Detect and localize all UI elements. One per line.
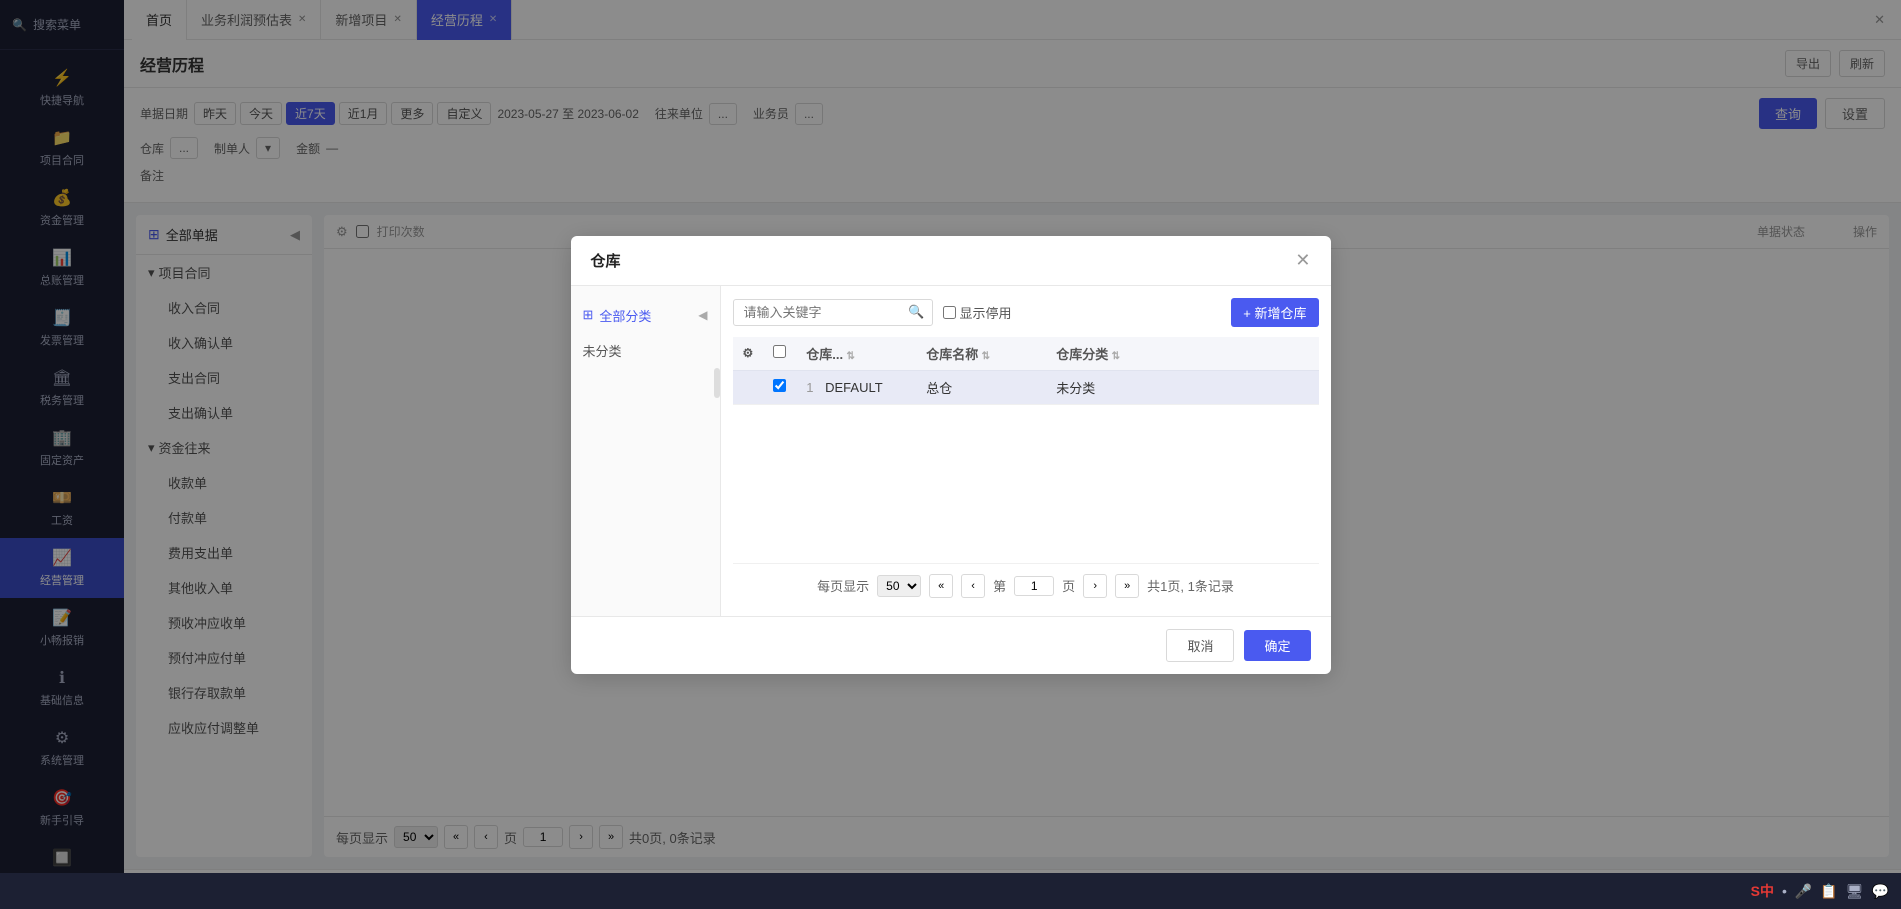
modal-actions: 取消 确定 (571, 616, 1331, 674)
modal-total-label: 共1页, 1条记录 (1147, 576, 1234, 595)
modal-per-page-select[interactable]: 50 (877, 575, 921, 597)
unclassified-label: 未分类 (583, 344, 622, 359)
modal-last-page[interactable]: » (1115, 574, 1139, 598)
row-checkbox[interactable] (763, 370, 796, 404)
taskbar-screen[interactable]: 🖥 (1846, 883, 1864, 900)
modal-next-page[interactable]: › (1083, 574, 1107, 598)
th-name: 仓库名称 ⇅ (916, 337, 1046, 371)
taskbar: S中 • 🎤 📋 🖥 💬 (0, 873, 1901, 909)
modal-close-button[interactable]: ✕ (1295, 250, 1310, 271)
row-name: 总仓 (916, 370, 1046, 404)
th-code: 仓库... ⇅ (796, 337, 916, 371)
show-disabled-label: 显示停用 (960, 303, 1012, 322)
row-settings[interactable] (733, 370, 764, 404)
th-code-label: 仓库... (806, 347, 843, 362)
modal-overlay: 仓库 ✕ ⊞ 全部分类 ◀ 未分类 (0, 0, 1901, 909)
modal-prev-page[interactable]: ‹ (961, 574, 985, 598)
search-icon[interactable]: 🔍 (908, 304, 924, 320)
modal-table-panel: 🔍 显示停用 + 新增仓库 ⚙ (721, 286, 1331, 616)
th-checkbox[interactable] (763, 337, 796, 371)
collapse-left-icon[interactable]: ◀ (698, 308, 707, 322)
modal-pagination: 每页显示 50 « ‹ 第 页 › » 共1页, 1条记录 (733, 563, 1319, 604)
modal-search-wrap: 🔍 (733, 299, 933, 326)
show-disabled-checkbox[interactable]: 显示停用 (943, 303, 1012, 322)
all-category-label: 全部分类 (599, 306, 651, 325)
taskbar-logo: S中 (1751, 881, 1774, 901)
taskbar-dot: • (1782, 883, 1787, 899)
th-category: 仓库分类 ⇅ (1046, 337, 1318, 371)
th-category-label: 仓库分类 (1056, 347, 1108, 362)
modal-title: 仓库 (591, 250, 621, 271)
row-select-checkbox[interactable] (773, 379, 786, 392)
table-head: ⚙ 仓库... ⇅ 仓库名称 ⇅ (733, 337, 1319, 371)
modal-body: ⊞ 全部分类 ◀ 未分类 (571, 286, 1331, 616)
sort-icon-name[interactable]: ⇅ (982, 351, 990, 362)
modal-all-category[interactable]: ⊞ 全部分类 ◀ (571, 298, 720, 333)
cancel-button[interactable]: 取消 (1166, 629, 1234, 662)
warehouse-modal: 仓库 ✕ ⊞ 全部分类 ◀ 未分类 (571, 236, 1331, 674)
table-body: 1 DEFAULT 总仓 未分类 (733, 370, 1319, 404)
modal-first-page[interactable]: « (929, 574, 953, 598)
confirm-button[interactable]: 确定 (1244, 630, 1310, 661)
taskbar-mic[interactable]: 🎤 (1795, 883, 1812, 900)
modal-category-unclassified[interactable]: 未分类 (571, 333, 720, 368)
warehouse-table: ⚙ 仓库... ⇅ 仓库名称 ⇅ (733, 337, 1319, 405)
sort-icon-code[interactable]: ⇅ (846, 351, 854, 362)
modal-per-page-label: 每页显示 (817, 576, 869, 595)
modal-category-panel: ⊞ 全部分类 ◀ 未分类 (571, 286, 721, 616)
th-settings[interactable]: ⚙ (733, 337, 764, 371)
table-row[interactable]: 1 DEFAULT 总仓 未分类 (733, 370, 1319, 404)
add-warehouse-button[interactable]: + 新增仓库 (1231, 298, 1318, 327)
row-num: 1 (806, 380, 813, 395)
show-disabled-input[interactable] (943, 306, 956, 319)
modal-table-wrap: ⚙ 仓库... ⇅ 仓库名称 ⇅ (733, 337, 1319, 557)
row-category: 未分类 (1046, 370, 1318, 404)
taskbar-clipboard[interactable]: 📋 (1820, 883, 1837, 900)
row-code: 1 DEFAULT (796, 370, 916, 404)
modal-page-input[interactable] (1014, 576, 1054, 596)
modal-toolbar: 🔍 显示停用 + 新增仓库 (733, 298, 1319, 327)
category-grid-icon: ⊞ (583, 307, 594, 323)
modal-page-label: 第 (993, 576, 1006, 595)
taskbar-chat[interactable]: 💬 (1872, 883, 1889, 900)
th-name-label: 仓库名称 (926, 347, 978, 362)
warehouse-search-input[interactable] (733, 299, 933, 326)
table-select-all[interactable] (773, 345, 786, 358)
modal-page-suffix: 页 (1062, 576, 1075, 595)
modal-header: 仓库 ✕ (571, 236, 1331, 286)
row-code-value: DEFAULT (825, 380, 883, 395)
sort-icon-category[interactable]: ⇅ (1112, 351, 1120, 362)
